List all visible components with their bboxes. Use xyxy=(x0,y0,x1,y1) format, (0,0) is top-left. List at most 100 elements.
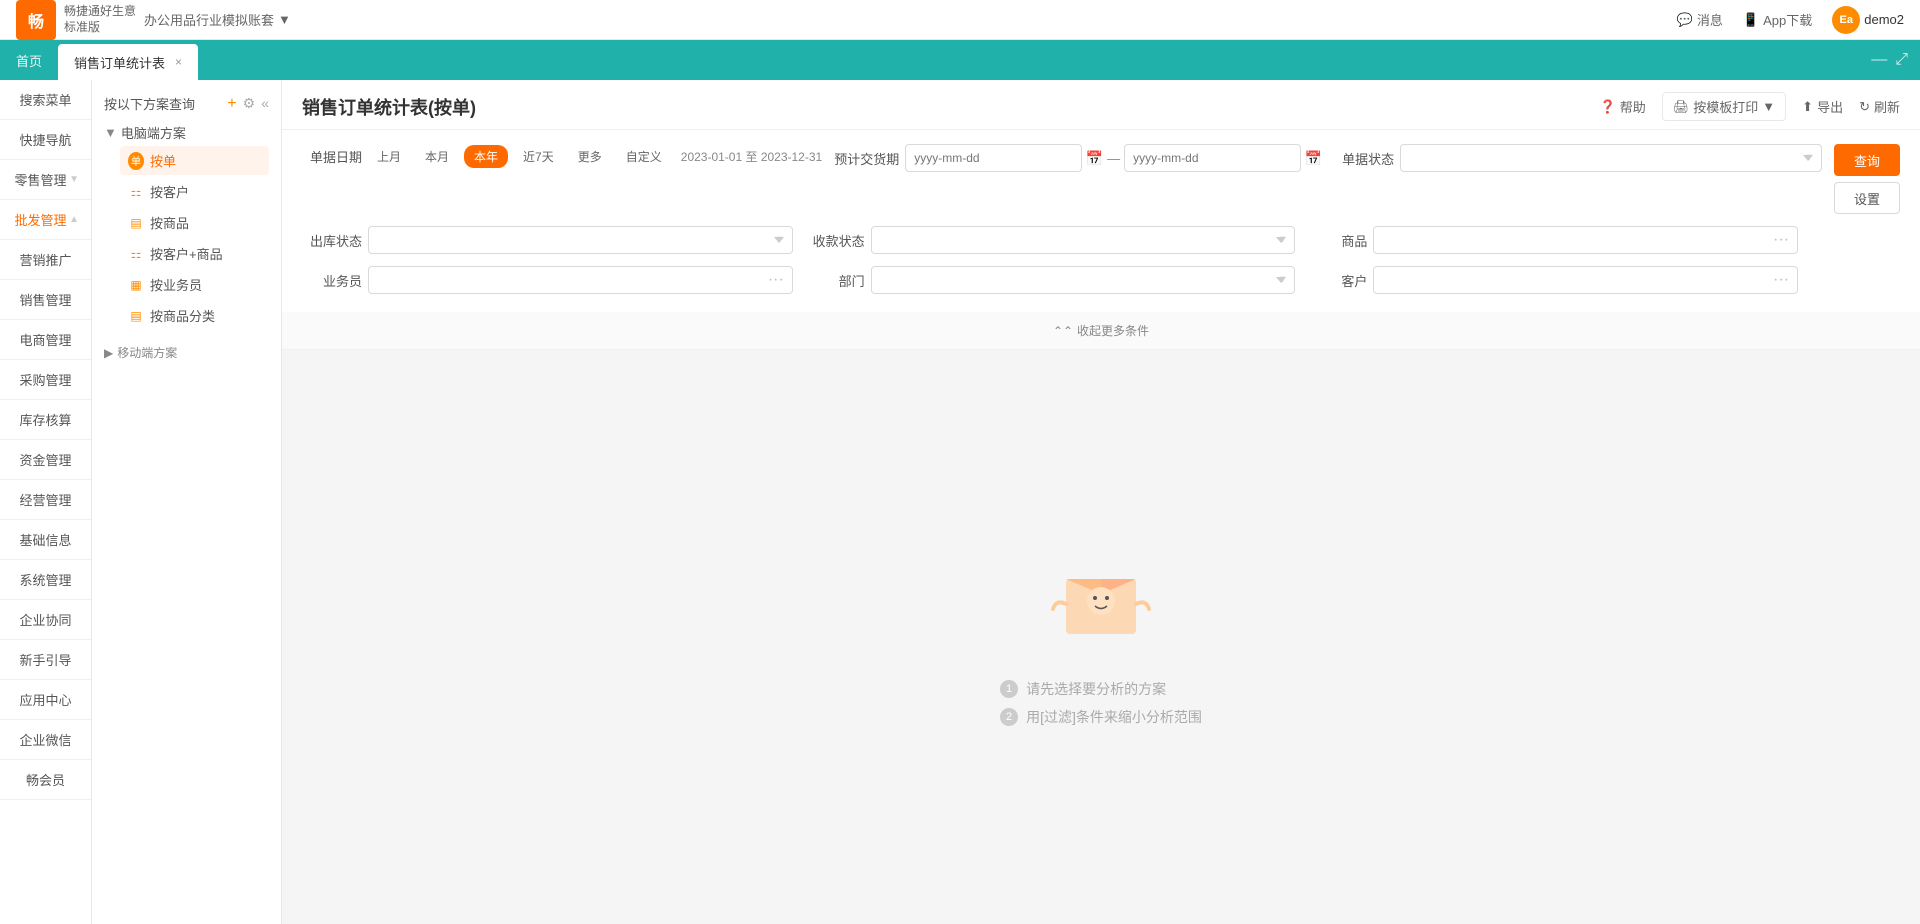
main-layout: 搜索菜单 快捷导航 零售管理 ▼ 批发管理 ▲ 营销推广 销售管理 电商管理 采… xyxy=(0,80,1920,924)
empty-hint-1: 1 请先选择要分析的方案 xyxy=(1000,679,1202,699)
customer-label: 客户 xyxy=(1307,271,1367,290)
collapse-scheme-icon[interactable]: « xyxy=(261,95,269,113)
mobile-scheme-section: ▶ 移动端方案 xyxy=(92,336,281,369)
sidebar-item-member[interactable]: 畅会员 xyxy=(0,760,91,800)
date-btn-custom[interactable]: 自定义 xyxy=(617,144,671,169)
app-logo: 畅 xyxy=(16,0,56,40)
sidebar: 搜索菜单 快捷导航 零售管理 ▼ 批发管理 ▲ 营销推广 销售管理 电商管理 采… xyxy=(0,80,92,924)
calendar-icon-end[interactable]: 📅 xyxy=(1305,150,1322,167)
scheme-panel: 按以下方案查询 + ⚙ « ▼ 电脑端方案 单 按单 xyxy=(92,80,282,924)
date-btn-7days[interactable]: 近7天 xyxy=(514,144,563,169)
customer-picker-button[interactable]: ··· xyxy=(1773,271,1789,289)
sidebar-item-purchase[interactable]: 采购管理 xyxy=(0,360,91,400)
empty-state: 1 请先选择要分析的方案 2 用[过滤]条件来缩小分析范围 xyxy=(282,350,1920,924)
sidebar-item-search[interactable]: 搜索菜单 xyxy=(0,80,91,120)
add-scheme-icon[interactable]: + xyxy=(227,95,236,113)
refresh-button[interactable]: ↻ 刷新 xyxy=(1859,97,1900,116)
tab-close-icon[interactable]: × xyxy=(175,55,182,69)
print-icon: 🖨 xyxy=(1673,99,1690,115)
user-info[interactable]: Ea demo2 xyxy=(1832,6,1904,34)
sidebar-item-operation[interactable]: 经营管理 xyxy=(0,480,91,520)
help-icon: ❓ xyxy=(1600,99,1616,115)
scheme-header-icons: + ⚙ « xyxy=(227,95,269,113)
scheme-item-category[interactable]: ▤ 按商品分类 xyxy=(120,301,269,330)
out-status-select[interactable] xyxy=(368,226,793,254)
date-range-text: 2023-01-01 至 2023-12-31 xyxy=(681,148,822,165)
date-separator: — xyxy=(1107,151,1120,166)
mobile-scheme-header[interactable]: ▶ 移动端方案 xyxy=(104,340,269,365)
sidebar-item-basic[interactable]: 基础信息 xyxy=(0,520,91,560)
tab-minimize-button[interactable]: — xyxy=(1871,52,1887,68)
calendar-icon-start[interactable]: 📅 xyxy=(1086,150,1103,167)
collapse-icon: ⌃⌃ xyxy=(1053,324,1073,338)
settings-scheme-icon[interactable]: ⚙ xyxy=(243,95,256,113)
sidebar-item-system[interactable]: 系统管理 xyxy=(0,560,91,600)
export-button[interactable]: ⬆ 导出 xyxy=(1802,97,1843,116)
sidebar-item-enterprise[interactable]: 企业协同 xyxy=(0,600,91,640)
date-btn-thisyear[interactable]: 本年 xyxy=(464,145,508,168)
top-bar-right: 💬 消息 📱 App下载 Ea demo2 xyxy=(1677,6,1904,34)
export-icon: ⬆ xyxy=(1802,99,1813,115)
print-arrow-icon: ▼ xyxy=(1762,99,1775,114)
scheme-item-customer[interactable]: ⚏ 按客户 xyxy=(120,177,269,206)
sidebar-item-inventory[interactable]: 库存核算 xyxy=(0,400,91,440)
app-download-button[interactable]: 📱 App下载 xyxy=(1743,10,1812,29)
app-name: 畅捷通好生意 标准版 xyxy=(64,4,136,35)
avatar: Ea xyxy=(1832,6,1860,34)
empty-illustration xyxy=(1041,539,1161,659)
sidebar-item-quicknav[interactable]: 快捷导航 xyxy=(0,120,91,160)
product-picker-button[interactable]: ··· xyxy=(1773,231,1789,249)
expected-date-end[interactable] xyxy=(1124,144,1301,172)
customer-product-scheme-icon: ⚏ xyxy=(128,246,144,262)
scheme-item-order[interactable]: 单 按单 xyxy=(120,146,269,175)
collapse-bar[interactable]: ⌃⌃ 收起更多条件 xyxy=(282,312,1920,350)
top-bar-left: 畅 畅捷通好生意 标准版 办公用品行业模拟账套 ▼ xyxy=(16,0,291,40)
tab-sales-statistics[interactable]: 销售订单统计表 × xyxy=(58,44,198,80)
scheme-list: 单 按单 ⚏ 按客户 ▤ 按商品 ⚏ 按客户+商品 xyxy=(104,146,269,330)
tab-home[interactable]: 首页 xyxy=(0,40,58,80)
content-area: 按以下方案查询 + ⚙ « ▼ 电脑端方案 单 按单 xyxy=(92,80,1920,924)
scheme-item-customer-product[interactable]: ⚏ 按客户+商品 xyxy=(120,239,269,268)
category-scheme-icon: ▤ xyxy=(128,308,144,324)
sidebar-item-wholesale[interactable]: 批发管理 ▲ xyxy=(0,200,91,240)
query-button[interactable]: 查询 xyxy=(1834,144,1900,176)
message-button[interactable]: 💬 消息 xyxy=(1677,10,1723,29)
sidebar-item-appstore[interactable]: 应用中心 xyxy=(0,680,91,720)
salesperson-picker-button[interactable]: ··· xyxy=(768,271,784,289)
company-selector[interactable]: 办公用品行业模拟账套 ▼ xyxy=(144,10,291,29)
payment-status-label: 收款状态 xyxy=(805,231,865,250)
print-button[interactable]: 🖨 按模板打印 ▼ xyxy=(1662,92,1786,121)
sidebar-item-marketing[interactable]: 营销推广 xyxy=(0,240,91,280)
help-button[interactable]: ❓ 帮助 xyxy=(1600,97,1646,116)
settings-button[interactable]: 设置 xyxy=(1834,182,1900,214)
message-icon: 💬 xyxy=(1677,12,1693,28)
doc-status-select[interactable] xyxy=(1400,144,1822,172)
scheme-item-product[interactable]: ▤ 按商品 xyxy=(120,208,269,237)
sidebar-item-wechat[interactable]: 企业微信 xyxy=(0,720,91,760)
sidebar-item-retail[interactable]: 零售管理 ▼ xyxy=(0,160,91,200)
pc-scheme-header[interactable]: ▼ 电脑端方案 xyxy=(104,123,269,142)
date-filter-buttons: 上月 本月 本年 近7天 更多 自定义 xyxy=(368,144,671,169)
pc-scheme-section: ▼ 电脑端方案 单 按单 ⚏ 按客户 ▤ xyxy=(92,119,281,336)
out-status-label: 出库状态 xyxy=(302,231,362,250)
sidebar-item-sales[interactable]: 销售管理 xyxy=(0,280,91,320)
main-right: 销售订单统计表(按单) ❓ 帮助 🖨 按模板打印 ▼ ⬆ 导出 xyxy=(282,80,1920,924)
date-btn-lastmonth[interactable]: 上月 xyxy=(368,144,410,169)
chevron-right-icon: ▶ xyxy=(104,346,113,360)
scheme-item-salesperson[interactable]: ▦ 按业务员 xyxy=(120,270,269,299)
date-btn-thismonth[interactable]: 本月 xyxy=(416,144,458,169)
salesperson-scheme-icon: ▦ xyxy=(128,277,144,293)
chevron-down-icon: ▼ xyxy=(104,125,117,140)
payment-status-select[interactable] xyxy=(871,226,1296,254)
download-icon: 📱 xyxy=(1743,12,1759,28)
expected-date-start[interactable] xyxy=(905,144,1082,172)
sidebar-item-ecommerce[interactable]: 电商管理 xyxy=(0,320,91,360)
sidebar-item-finance[interactable]: 资金管理 xyxy=(0,440,91,480)
doc-status-label: 单据状态 xyxy=(1334,149,1394,168)
department-select[interactable] xyxy=(871,266,1296,294)
order-scheme-icon: 单 xyxy=(128,153,144,169)
logo-icon: 畅 xyxy=(28,8,44,32)
date-btn-more[interactable]: 更多 xyxy=(569,144,611,169)
sidebar-item-newguide[interactable]: 新手引导 xyxy=(0,640,91,680)
tab-maximize-button[interactable]: ⤢ xyxy=(1895,52,1908,68)
